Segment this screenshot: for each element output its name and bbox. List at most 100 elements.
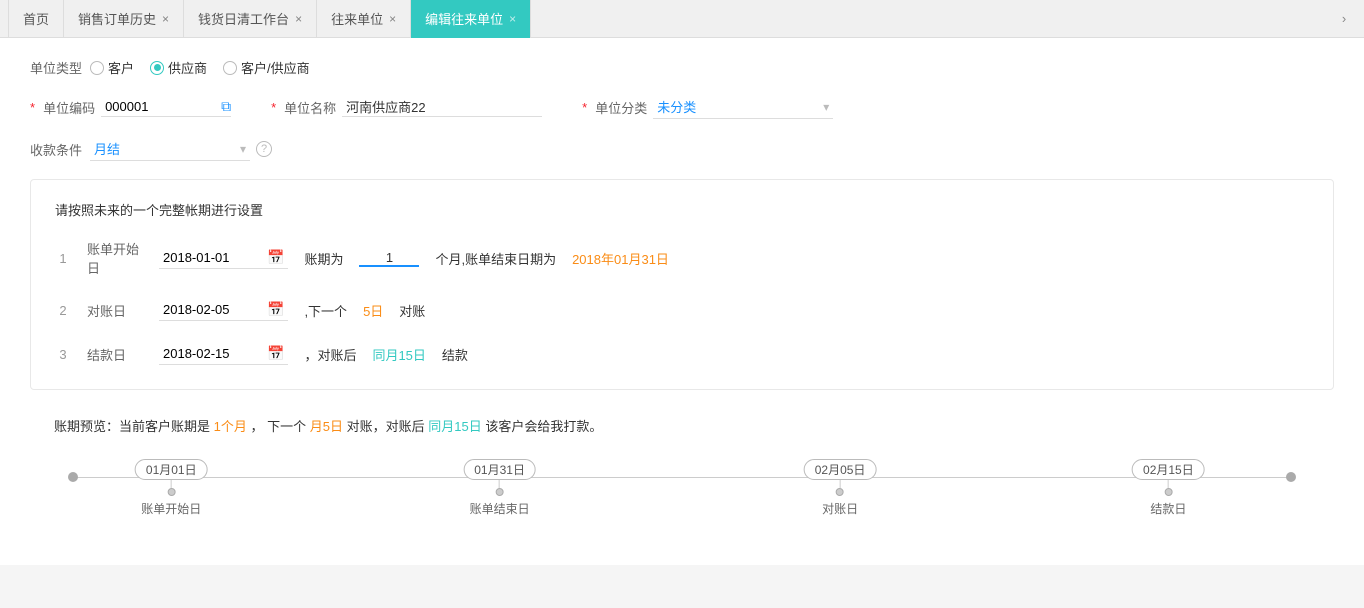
date-input-3: 📅 bbox=[159, 343, 288, 365]
unit-code-label: 单位编码 bbox=[43, 98, 95, 117]
radio-supplier[interactable]: 供应商 bbox=[150, 58, 207, 77]
timeline-node-1: 01月01日 账单开始日 bbox=[135, 459, 208, 517]
payment-select[interactable]: 月结 ▾ bbox=[90, 137, 250, 161]
timeline-badge-2: 01月31日 bbox=[463, 459, 536, 480]
period-row-1: 1 账单开始日 📅 账期为 个月,账单结束日期为 2018年01月31日 bbox=[55, 239, 1309, 277]
preview-part2-post: 对账，对账后 bbox=[347, 419, 425, 434]
timeline-label-1: 账单开始日 bbox=[141, 500, 201, 517]
unit-category-field: * 单位分类 未分类 ▾ bbox=[582, 95, 833, 119]
unit-category-value: 未分类 bbox=[657, 97, 823, 116]
timeline-node-4: 02月15日 结款日 bbox=[1132, 459, 1205, 517]
period-box: 请按照未来的一个完整帐期进行设置 1 账单开始日 📅 账期为 个月,账单结束日期… bbox=[30, 179, 1334, 390]
tab-more-button[interactable]: › bbox=[1332, 11, 1356, 26]
preview-text: 账期预览：当前客户账期是 1个月 ， 下一个 月5日 对账，对账后 同月15日 … bbox=[54, 416, 1310, 435]
preview-part3: 同月15日 bbox=[428, 419, 481, 434]
date-field-3[interactable] bbox=[163, 346, 263, 361]
radio-both[interactable]: 客户/供应商 bbox=[223, 58, 310, 77]
period-label-1: 账单开始日 bbox=[87, 239, 143, 277]
date-input-2: 📅 bbox=[159, 299, 288, 321]
timeline-dot-1 bbox=[167, 488, 175, 496]
radio-both-circle bbox=[223, 61, 237, 75]
period-label-2: 对账日 bbox=[87, 301, 143, 320]
preview-label: 账期预览：当前客户账期是 bbox=[54, 419, 210, 434]
timeline-dot-3 bbox=[836, 488, 844, 496]
unit-category-arrow: ▾ bbox=[823, 100, 829, 114]
calendar-icon-3[interactable]: 📅 bbox=[267, 345, 284, 362]
payment-value: 月结 bbox=[94, 139, 240, 158]
unit-type-row: 单位类型 客户 供应商 客户/供应商 bbox=[30, 58, 1334, 77]
unit-type-label: 单位类型 bbox=[30, 58, 82, 77]
period-desc-1-post: 个月,账单结束日期为 bbox=[435, 249, 556, 268]
timeline-line bbox=[74, 477, 1290, 478]
period-highlight-3: 同月15日 bbox=[372, 345, 425, 364]
main-content: 单位类型 客户 供应商 客户/供应商 * 单位编码 ⧉ bbox=[0, 38, 1364, 565]
period-desc-1-pre: 账期为 bbox=[304, 249, 343, 268]
tab-edit-partner-close[interactable]: × bbox=[509, 12, 516, 26]
period-desc-3-post: 结款 bbox=[442, 345, 468, 364]
tab-cash-work-close[interactable]: × bbox=[295, 12, 302, 26]
tab-sales-history[interactable]: 销售订单历史 × bbox=[64, 0, 184, 38]
unit-name-star: * bbox=[271, 100, 276, 115]
timeline-connector-3 bbox=[840, 480, 841, 488]
tab-bar: 首页 销售订单历史 × 钱货日清工作台 × 往来单位 × 编辑往来单位 × › bbox=[0, 0, 1364, 38]
help-icon[interactable]: ? bbox=[256, 141, 272, 157]
tab-sales-history-close[interactable]: × bbox=[162, 12, 169, 26]
timeline-badge-1: 01月01日 bbox=[135, 459, 208, 480]
tab-cash-work[interactable]: 钱货日清工作台 × bbox=[184, 0, 317, 38]
timeline-label-4: 结款日 bbox=[1150, 500, 1186, 517]
timeline-badge-3: 02月05日 bbox=[804, 459, 877, 480]
period-num-3: 3 bbox=[55, 347, 71, 362]
period-num-2: 2 bbox=[55, 303, 71, 318]
preview-section: 账期预览：当前客户账期是 1个月 ， 下一个 月5日 对账，对账后 同月15日 … bbox=[30, 400, 1334, 545]
period-desc-3-pre: ，对账后 bbox=[304, 345, 356, 364]
period-title: 请按照未来的一个完整帐期进行设置 bbox=[55, 200, 1309, 219]
preview-part2-pre: 下一个 bbox=[267, 419, 306, 434]
unit-info-row: * 单位编码 ⧉ * 单位名称 * 单位分类 未分类 ▾ bbox=[30, 95, 1334, 119]
unit-name-input[interactable] bbox=[342, 97, 542, 117]
period-desc-2-post: 对账 bbox=[399, 301, 425, 320]
timeline-dot-2 bbox=[496, 488, 504, 496]
unit-category-select[interactable]: 未分类 ▾ bbox=[653, 95, 833, 119]
timeline-label-3: 对账日 bbox=[822, 500, 858, 517]
unit-code-field: * 单位编码 ⧉ bbox=[30, 97, 231, 117]
unit-name-field: * 单位名称 bbox=[271, 97, 542, 117]
tab-partner[interactable]: 往来单位 × bbox=[317, 0, 411, 38]
date-field-2[interactable] bbox=[163, 302, 263, 317]
payment-row: 收款条件 月结 ▾ ? bbox=[30, 137, 1334, 161]
timeline-badge-4: 02月15日 bbox=[1132, 459, 1205, 480]
preview-part1: 1个月 bbox=[214, 419, 247, 434]
unit-code-input[interactable] bbox=[101, 97, 221, 116]
timeline-start-dot bbox=[68, 472, 78, 482]
timeline-dot-4 bbox=[1164, 488, 1172, 496]
period-num-1: 1 bbox=[55, 251, 71, 266]
period-highlight-2: 5日 bbox=[363, 301, 383, 320]
calendar-icon-1[interactable]: 📅 bbox=[267, 249, 284, 266]
timeline-end-dot bbox=[1286, 472, 1296, 482]
unit-category-label: 单位分类 bbox=[595, 98, 647, 117]
timeline-label-2: 账单结束日 bbox=[470, 500, 530, 517]
date-field-1[interactable] bbox=[163, 250, 263, 265]
timeline-connector-2 bbox=[499, 480, 500, 488]
copy-icon[interactable]: ⧉ bbox=[221, 98, 231, 115]
timeline-node-2: 01月31日 账单结束日 bbox=[463, 459, 536, 517]
tab-edit-partner[interactable]: 编辑往来单位 × bbox=[411, 0, 531, 38]
radio-supplier-circle bbox=[150, 61, 164, 75]
preview-part4: 该客户会给我打款。 bbox=[485, 419, 602, 434]
preview-part2-highlight: 月5日 bbox=[310, 419, 343, 434]
unit-category-star: * bbox=[582, 100, 587, 115]
unit-type-radio-group: 客户 供应商 客户/供应商 bbox=[90, 58, 310, 77]
tab-partner-close[interactable]: × bbox=[389, 12, 396, 26]
period-row-3: 3 结款日 📅 ，对账后 同月15日 结款 bbox=[55, 343, 1309, 365]
calendar-icon-2[interactable]: 📅 bbox=[267, 301, 284, 318]
tab-home[interactable]: 首页 bbox=[8, 0, 64, 38]
payment-label: 收款条件 bbox=[30, 140, 82, 159]
timeline-connector-1 bbox=[171, 480, 172, 488]
payment-arrow: ▾ bbox=[240, 142, 246, 156]
timeline-connector-4 bbox=[1168, 480, 1169, 488]
period-highlight-1: 2018年01月31日 bbox=[572, 249, 669, 268]
unit-name-label: 单位名称 bbox=[284, 98, 336, 117]
radio-customer[interactable]: 客户 bbox=[90, 58, 134, 77]
radio-customer-circle bbox=[90, 61, 104, 75]
preview-sep1: ， bbox=[251, 419, 264, 434]
month-input[interactable] bbox=[359, 250, 419, 267]
